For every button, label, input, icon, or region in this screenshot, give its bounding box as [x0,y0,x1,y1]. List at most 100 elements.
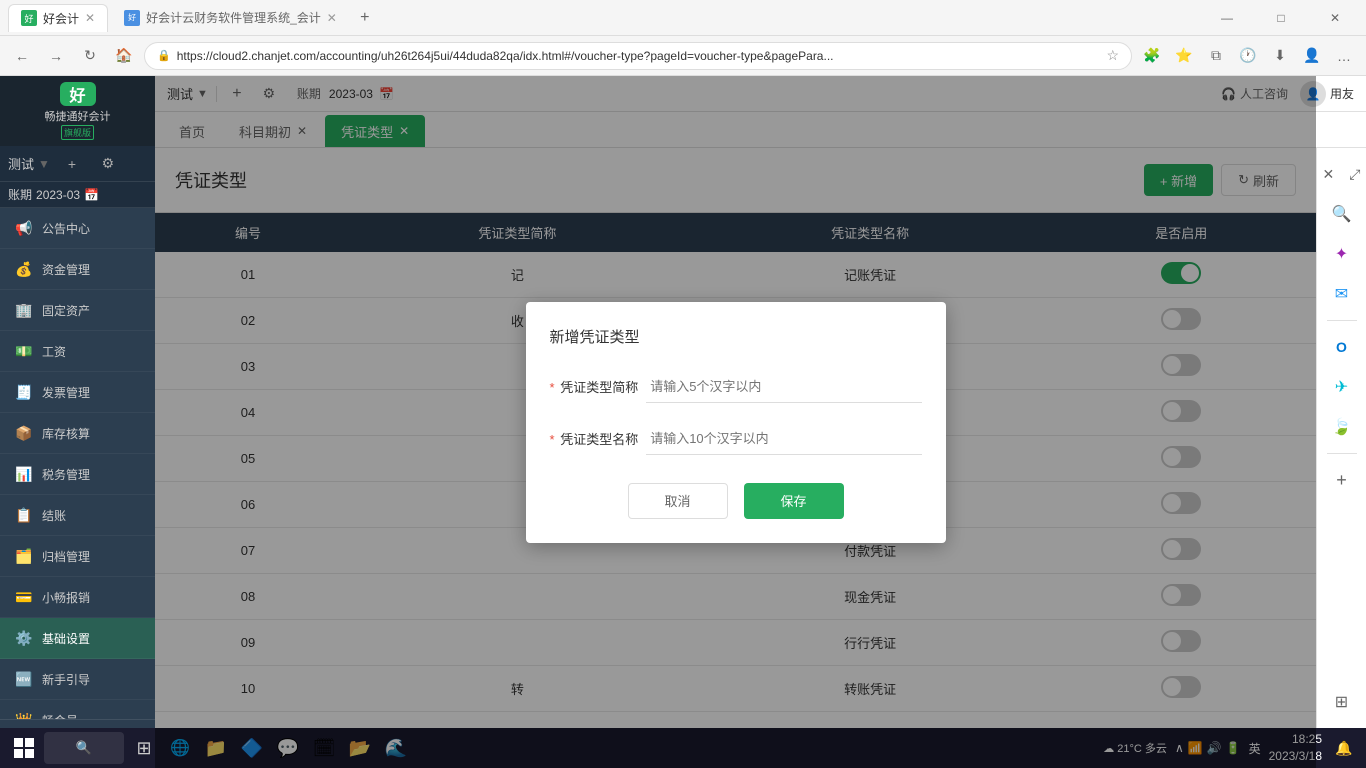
sidebar-item-settings[interactable]: ⚙️ 基础设置 [0,618,155,659]
star-icon: ☆ [1106,47,1119,64]
maximize-button[interactable]: □ [1258,4,1304,32]
browser-tab-2-close[interactable]: ✕ [85,11,95,25]
sidebar-item-expense[interactable]: 💳 小畅报销 [0,577,155,618]
tab-favicon-2: 好 [21,10,37,26]
add-voucher-type-modal: 新增凭证类型 * 凭证类型简称 * 凭证类型名称 取消 保存 [526,302,946,543]
user-label: 用友 [1330,85,1354,102]
logo-badge: 旗舰版 [61,125,94,140]
panel-feather-button[interactable]: ✈ [1324,369,1360,405]
sidebar-item-archive[interactable]: 🗂️ 归档管理 [0,536,155,577]
sidebar-item-inventory[interactable]: 📦 库存核算 [0,413,155,454]
cancel-button[interactable]: 取消 [628,483,728,519]
logo-text: 畅捷通好会计 [45,108,111,124]
calendar-icon: 📅 [84,188,99,202]
abbr-label-text: 凭证类型简称 [560,380,638,395]
browser-title-bar: 好 好会计 ✕ 好 好会计云财务软件管理系统_会计 ✕ + — □ ✕ [0,0,1366,36]
browser-tab-1-label: 好会计云财务软件管理系统_会计 [146,9,321,26]
sidebar-item-settlement-label: 结账 [42,507,66,524]
name-label: * 凭证类型名称 [550,429,639,448]
panel-search-button[interactable]: 🔍 [1324,196,1360,232]
address-bar[interactable]: 🔒 https://cloud2.chanjet.com/accounting/… [144,42,1132,70]
close-button[interactable]: ✕ [1312,4,1358,32]
sidebar-item-fixed-assets[interactable]: 🏢 固定资产 [0,290,155,331]
browser-tab-2[interactable]: 好 好会计 ✕ [8,4,108,32]
reload-button[interactable]: ↻ [76,42,104,70]
panel-add-button[interactable]: + [1324,462,1360,498]
capital-icon: 💰 [14,259,34,279]
forward-button[interactable]: → [42,42,70,70]
tab-favicon-1: 好 [124,10,140,26]
panel-green-button[interactable]: 🍃 [1324,409,1360,445]
sidebar-item-capital-label: 资金管理 [42,261,90,278]
sidebar-item-guide[interactable]: 🆕 新手引导 [0,659,155,700]
settings-button[interactable]: ⚙ [94,150,122,178]
browser-toolbar: 🧩 ⭐ ⧉ 🕐 ⬇ 👤 … [1138,42,1358,70]
expense-icon: 💳 [14,587,34,607]
period-label: 账期 [8,186,32,203]
sidebar-item-member[interactable]: 👑 畅会员 [0,700,155,719]
period-tag: 账期 2023-03 📅 [8,186,147,203]
panel-grid-button[interactable]: ⊞ [1324,684,1360,720]
name-label-text: 凭证类型名称 [560,432,638,447]
sidebar-item-announcement[interactable]: 📢 公告中心 [0,208,155,249]
abbr-row: * 凭证类型简称 [550,371,922,403]
modal-overlay[interactable]: 新增凭证类型 * 凭证类型简称 * 凭证类型名称 取消 保存 [155,76,1316,768]
extensions-button[interactable]: 🧩 [1138,42,1166,70]
browser-tab-1-close[interactable]: ✕ [327,11,337,25]
home-button[interactable]: 🏠 [110,42,138,70]
sidebar-item-member-label: 畅会员 [42,712,78,720]
downloads-button[interactable]: ⬇ [1266,42,1294,70]
sidebar-item-announcement-label: 公告中心 [42,220,90,237]
favorites-button[interactable]: ⭐ [1170,42,1198,70]
period-value: 2023-03 [36,188,80,202]
sidebar-item-payroll[interactable]: 💵 工资 [0,331,155,372]
settings-browser-button[interactable]: … [1330,42,1358,70]
payroll-icon: 💵 [14,341,34,361]
modal-footer: 取消 保存 [550,483,922,519]
sidebar-item-invoice[interactable]: 🧾 发票管理 [0,372,155,413]
taskbar-search[interactable]: 🔍 [44,732,124,764]
sidebar-item-invoice-label: 发票管理 [42,384,90,401]
panel-close-button[interactable]: ✕ [1323,166,1335,183]
name-input[interactable] [646,423,921,455]
modal-form: * 凭证类型简称 * 凭证类型名称 [550,371,922,455]
minimize-button[interactable]: — [1204,4,1250,32]
history-button[interactable]: 🕐 [1234,42,1262,70]
abbr-input[interactable] [646,371,921,403]
sidebar-item-capital[interactable]: 💰 资金管理 [0,249,155,290]
collections-button[interactable]: ⧉ [1202,42,1230,70]
sidebar-item-settlement[interactable]: 📋 结账 [0,495,155,536]
start-button[interactable] [8,732,40,764]
notification-button[interactable]: 🔔 [1330,734,1358,762]
modal-title: 新增凭证类型 [550,326,922,347]
window-controls: — □ ✕ [1204,4,1358,32]
browser-tab-1[interactable]: 好 好会计云财务软件管理系统_会计 ✕ [112,4,349,32]
company-name: 测试 [8,154,34,173]
panel-divider [1327,320,1357,321]
abbr-label: * 凭证类型简称 [550,377,639,396]
address-text: https://cloud2.chanjet.com/accounting/uh… [177,49,1101,63]
lock-icon: 🔒 [157,49,171,62]
fixed-assets-icon: 🏢 [14,300,34,320]
panel-outlook-button[interactable]: O [1324,329,1360,365]
top-bar: 测试 ▼ + ⚙ [0,146,155,182]
panel-message-button[interactable]: ✉ [1324,276,1360,312]
sidebar-item-fixed-assets-label: 固定资产 [42,302,90,319]
panel-expand-button[interactable]: ⤢ [1349,166,1360,183]
profile-button[interactable]: 👤 [1298,42,1326,70]
sidebar-item-inventory-label: 库存核算 [42,425,90,442]
company-selector[interactable]: 测试 ▼ [8,154,50,173]
inventory-icon: 📦 [14,423,34,443]
sidebar-item-tax[interactable]: 📊 税务管理 [0,454,155,495]
panel-ai-button[interactable]: ✦ [1324,236,1360,272]
back-button[interactable]: ← [8,42,36,70]
add-button[interactable]: + [58,150,86,178]
sidebar-logo: 好 畅捷通好会计 旗舰版 [0,76,155,146]
sidebar-item-tax-label: 税务管理 [42,466,90,483]
sidebar: 好 畅捷通好会计 旗舰版 测试 ▼ + ⚙ 账期 2023-03 📅 [0,76,155,768]
new-tab-button[interactable]: + [353,6,377,30]
dropdown-icon: ▼ [38,157,50,171]
save-button[interactable]: 保存 [744,483,844,519]
sidebar-scroll: 📢 公告中心 💰 资金管理 🏢 固定资产 💵 工资 🧾 发票管理 📦 库 [0,208,155,719]
settings-nav-icon: ⚙️ [14,628,34,648]
